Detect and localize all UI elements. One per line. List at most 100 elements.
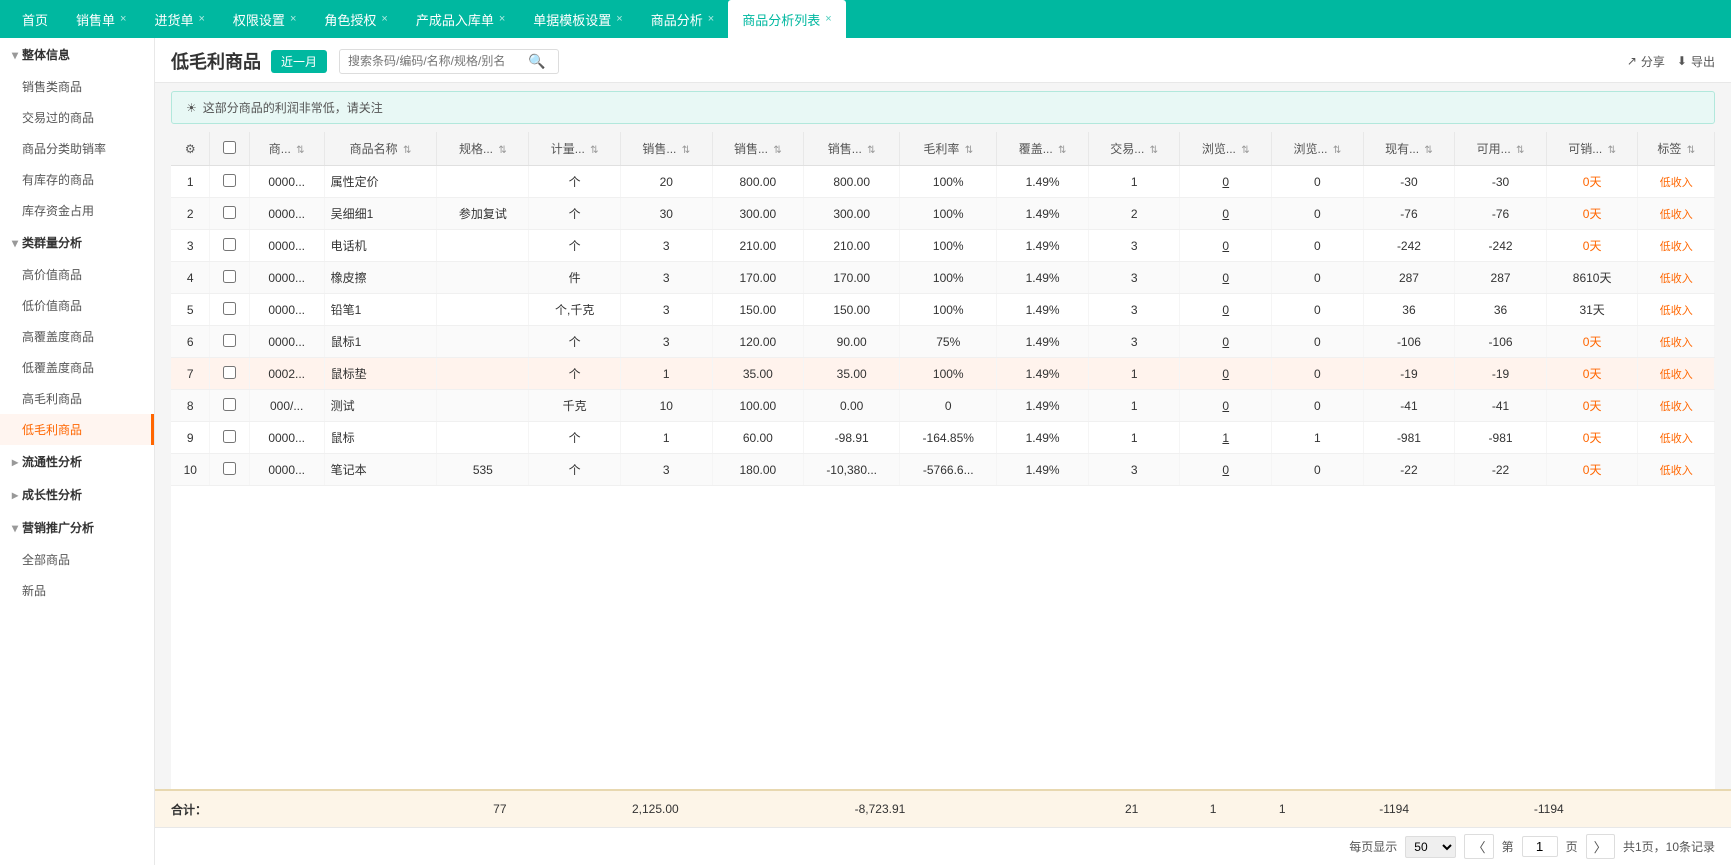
footer-cell-7: -8,723.91 — [764, 798, 996, 820]
views2: 0 — [1272, 326, 1364, 358]
share-button[interactable]: ↗ 分享 — [1627, 53, 1665, 70]
close-icon[interactable]: × — [616, 13, 622, 25]
row-number: 6 — [171, 326, 210, 358]
views1[interactable]: 0 — [1180, 390, 1272, 422]
per-page-select[interactable]: 50 20 100 — [1405, 836, 1456, 858]
product-unit: 个 — [529, 358, 621, 390]
views1[interactable]: 0 — [1180, 326, 1272, 358]
nav-item-首页[interactable]: 首页 — [8, 0, 62, 38]
sidebar-item-商品分类助销率[interactable]: 商品分类助销率 — [0, 133, 154, 164]
coverage: 1.49% — [997, 166, 1089, 198]
date-filter-button[interactable]: 近一月 — [271, 50, 327, 73]
sidebar-group-成长性分析[interactable]: ▸成长性分析 — [0, 478, 154, 511]
column-header-current_stock: 现有... ⇅ — [1363, 132, 1455, 166]
nav-item-商品分析列表[interactable]: 商品分析列表× — [728, 0, 845, 38]
nav-item-权限设置[interactable]: 权限设置× — [219, 0, 310, 38]
footer-cell-5: 77 — [453, 798, 547, 820]
column-header-settings: ⚙ — [171, 132, 210, 166]
nav-item-销售单[interactable]: 销售单× — [62, 0, 140, 38]
coverage: 1.49% — [997, 262, 1089, 294]
sales-qty: 3 — [620, 230, 712, 262]
row-checkbox[interactable] — [223, 398, 236, 411]
tag: 低收入 — [1638, 294, 1715, 326]
tag: 低收入 — [1638, 358, 1715, 390]
sidebar-group-整体信息[interactable]: ▾整体信息 — [0, 38, 154, 71]
sidebar-item-低毛利商品[interactable]: 低毛利商品 — [0, 414, 154, 445]
footer-cell-2 — [320, 798, 364, 820]
sales-qty: 30 — [620, 198, 712, 230]
export-button[interactable]: ⬇ 导出 — [1677, 53, 1715, 70]
table-row: 40000...橡皮擦件3170.00170.00100%1.49%300287… — [171, 262, 1715, 294]
row-checkbox[interactable] — [223, 366, 236, 379]
prev-page-button[interactable]: 〈 — [1464, 834, 1493, 859]
sidebar-item-交易过的商品[interactable]: 交易过的商品 — [0, 102, 154, 133]
views1[interactable]: 1 — [1180, 422, 1272, 454]
page-number-input[interactable] — [1522, 836, 1558, 857]
sidebar-item-低覆盖度商品[interactable]: 低覆盖度商品 — [0, 352, 154, 383]
sales-profit: 800.00 — [804, 166, 900, 198]
available: 36 — [1455, 294, 1547, 326]
row-checkbox[interactable] — [223, 334, 236, 347]
tag: 低收入 — [1638, 262, 1715, 294]
sidebar-item-销售类商品[interactable]: 销售类商品 — [0, 71, 154, 102]
arrow-icon: ▾ — [12, 236, 18, 250]
sales-price: 300.00 — [712, 198, 804, 230]
sellable: 0天 — [1546, 166, 1638, 198]
next-page-button[interactable]: 〉 — [1586, 834, 1615, 859]
nav-item-进货单[interactable]: 进货单× — [140, 0, 218, 38]
views1[interactable]: 0 — [1180, 358, 1272, 390]
views1[interactable]: 0 — [1180, 230, 1272, 262]
close-icon[interactable]: × — [120, 13, 126, 25]
close-icon[interactable]: × — [825, 13, 831, 25]
views1[interactable]: 0 — [1180, 454, 1272, 486]
row-checkbox[interactable] — [223, 238, 236, 251]
current-stock: -76 — [1363, 198, 1455, 230]
row-checkbox[interactable] — [223, 462, 236, 475]
available: -981 — [1455, 422, 1547, 454]
sidebar-item-高覆盖度商品[interactable]: 高覆盖度商品 — [0, 321, 154, 352]
row-checkbox[interactable] — [223, 174, 236, 187]
views1[interactable]: 0 — [1180, 262, 1272, 294]
row-checkbox[interactable] — [223, 302, 236, 315]
sales-price: 800.00 — [712, 166, 804, 198]
nav-item-单据模板设置[interactable]: 单据模板设置× — [519, 0, 636, 38]
row-checkbox[interactable] — [223, 270, 236, 283]
close-icon[interactable]: × — [499, 13, 505, 25]
views1[interactable]: 0 — [1180, 198, 1272, 230]
sidebar-group-流通性分析[interactable]: ▸流通性分析 — [0, 445, 154, 478]
table-row: 50000...铅笔1个,千克3150.00150.00100%1.49%300… — [171, 294, 1715, 326]
nav-item-角色授权[interactable]: 角色授权× — [310, 0, 401, 38]
sidebar-item-新品[interactable]: 新品 — [0, 575, 154, 606]
nav-item-产成品入库单[interactable]: 产成品入库单× — [402, 0, 519, 38]
sidebar-item-高毛利商品[interactable]: 高毛利商品 — [0, 383, 154, 414]
sort-icon: ⇅ — [682, 145, 690, 156]
close-icon[interactable]: × — [708, 13, 714, 25]
product-spec — [437, 326, 529, 358]
close-icon[interactable]: × — [381, 13, 387, 25]
sellable: 0天 — [1546, 198, 1638, 230]
select-all-checkbox[interactable] — [223, 141, 236, 154]
footer-cell-8 — [996, 798, 1040, 820]
close-icon[interactable]: × — [290, 13, 296, 25]
sidebar-item-库存资金占用[interactable]: 库存资金占用 — [0, 195, 154, 226]
sidebar-group-类群量分析[interactable]: ▾类群量分析 — [0, 226, 154, 259]
product-code: 0000... — [249, 198, 324, 230]
views1[interactable]: 0 — [1180, 166, 1272, 198]
row-checkbox-cell — [210, 294, 249, 326]
search-icon[interactable]: 🔍 — [528, 53, 545, 70]
row-checkbox[interactable] — [223, 206, 236, 219]
product-name: 橡皮擦 — [324, 262, 437, 294]
row-checkbox[interactable] — [223, 430, 236, 443]
sales-price: 35.00 — [712, 358, 804, 390]
sidebar-item-低价值商品[interactable]: 低价值商品 — [0, 290, 154, 321]
tag: 低收入 — [1638, 454, 1715, 486]
nav-item-商品分析[interactable]: 商品分析× — [637, 0, 728, 38]
sidebar-item-全部商品[interactable]: 全部商品 — [0, 544, 154, 575]
column-header-sales_profit: 销售... ⇅ — [804, 132, 900, 166]
views1[interactable]: 0 — [1180, 294, 1272, 326]
search-input[interactable] — [348, 54, 528, 68]
sidebar-group-营销推广分析[interactable]: ▾营销推广分析 — [0, 511, 154, 544]
close-icon[interactable]: × — [198, 13, 204, 25]
sidebar-item-有库存的商品[interactable]: 有库存的商品 — [0, 164, 154, 195]
sidebar-item-高价值商品[interactable]: 高价值商品 — [0, 259, 154, 290]
